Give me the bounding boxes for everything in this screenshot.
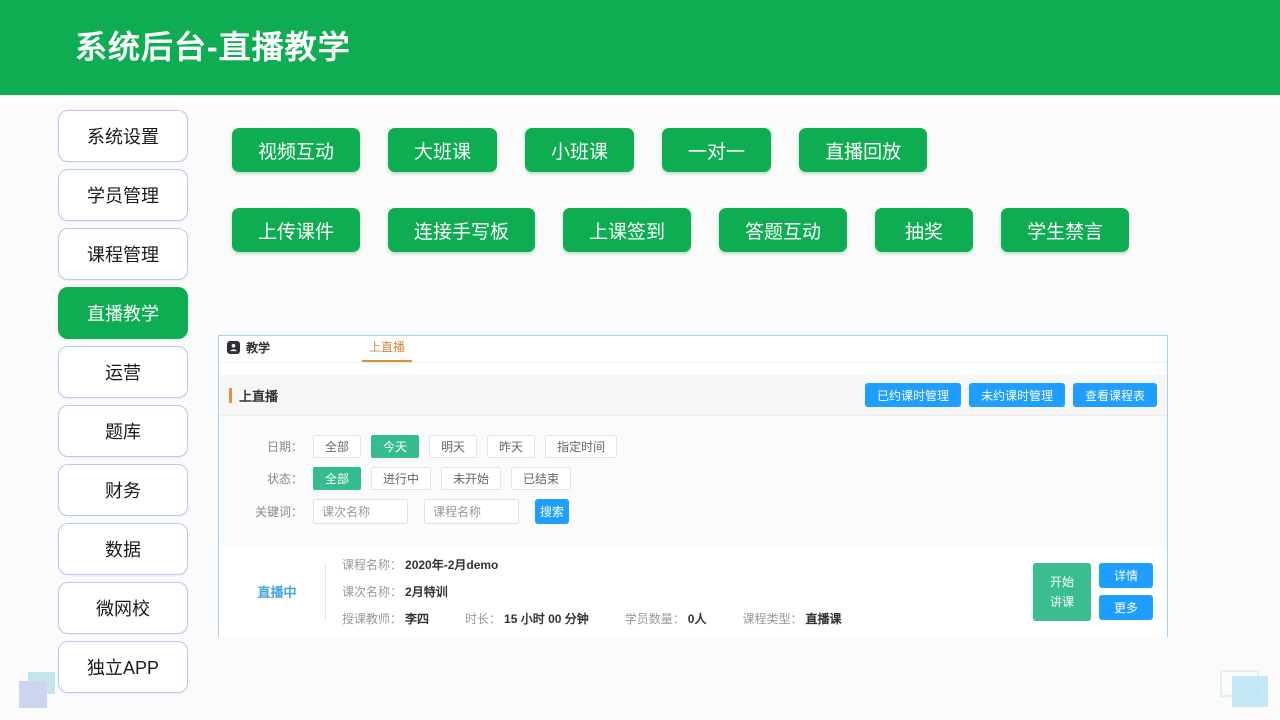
sidebar-item-micro-school[interactable]: 微网校: [58, 582, 188, 634]
date-chip-tomorrow[interactable]: 明天: [429, 435, 477, 458]
sidebar-item-operations[interactable]: 运营: [58, 346, 188, 398]
date-filter-row: 日期： 全部 今天 明天 昨天 指定时间: [241, 435, 1167, 458]
session-name-label: 课次名称：: [342, 583, 402, 600]
sidebar-item-student-management[interactable]: 学员管理: [58, 169, 188, 221]
status-chip-ongoing[interactable]: 进行中: [371, 467, 431, 490]
teacher-value: 李四: [405, 610, 429, 627]
course-name-input[interactable]: [424, 499, 519, 524]
upload-courseware-button[interactable]: 上传课件: [232, 208, 360, 252]
section-accent-bar: [229, 388, 232, 403]
students-label: 学员数量：: [625, 610, 685, 627]
booked-hours-button[interactable]: 已约课时管理: [865, 383, 961, 407]
status-chip-all[interactable]: 全部: [313, 467, 361, 490]
section-header: 上直播 已约课时管理 未约课时管理 查看课程表: [219, 375, 1167, 416]
status-badge-live: 直播中: [229, 582, 325, 601]
one-on-one-button[interactable]: 一对一: [662, 128, 771, 172]
quiz-interaction-button[interactable]: 答题互动: [719, 208, 847, 252]
students-value: 0人: [688, 610, 707, 627]
duration-pair: 时长： 15 小时 00 分钟: [465, 610, 589, 627]
tab-live[interactable]: 上直播: [362, 338, 412, 362]
sidebar: 系统设置 学员管理 课程管理 直播教学 运营 题库 财务 数据 微网校 独立AP…: [58, 110, 188, 693]
section-title: 上直播: [229, 386, 278, 405]
filter-area: 日期： 全部 今天 明天 昨天 指定时间 状态： 全部 进行中 未开始 已结束 …: [219, 416, 1167, 546]
duration-value: 15 小时 00 分钟: [504, 610, 589, 627]
sidebar-item-system-settings[interactable]: 系统设置: [58, 110, 188, 162]
students-pair: 学员数量： 0人: [625, 610, 707, 627]
date-chip-today[interactable]: 今天: [371, 435, 419, 458]
brand-label: 教学: [246, 339, 270, 356]
type-pair: 课程类型： 直播课: [742, 610, 841, 627]
course-name-label: 课程名称：: [342, 556, 402, 573]
course-row-actions: 开始讲课 详情 更多: [1033, 563, 1153, 621]
course-list-row: 直播中 课程名称： 2020年-2月demo 课次名称： 2月特训 授课教师： …: [219, 546, 1167, 637]
app-header: 系统后台-直播教学: [0, 0, 1280, 95]
large-class-button[interactable]: 大班课: [388, 128, 497, 172]
row-divider: [325, 563, 326, 621]
session-name-input[interactable]: [313, 499, 408, 524]
teaching-icon: [227, 341, 240, 354]
course-type-value: 直播课: [805, 610, 841, 627]
feature-row-1: 视频互动 大班课 小班课 一对一 直播回放: [232, 128, 1212, 172]
decor-square-lavender-left: [19, 681, 47, 708]
feature-row-2: 上传课件 连接手写板 上课签到 答题互动 抽奖 学生禁言: [232, 208, 1212, 252]
live-replay-button[interactable]: 直播回放: [799, 128, 927, 172]
keyword-filter-row: 关键词： 搜索: [241, 499, 1167, 524]
search-button[interactable]: 搜索: [535, 499, 569, 524]
more-button[interactable]: 更多: [1099, 595, 1153, 620]
panel-tabbar: 教学 上直播: [219, 336, 1167, 363]
teacher-label: 授课教师：: [342, 610, 402, 627]
section-title-text: 上直播: [239, 386, 278, 405]
sidebar-item-live-teaching[interactable]: 直播教学: [58, 287, 188, 339]
panel-brand: 教学: [227, 339, 270, 362]
status-chip-notstarted[interactable]: 未开始: [441, 467, 501, 490]
status-chip-ended[interactable]: 已结束: [511, 467, 571, 490]
lottery-button[interactable]: 抽奖: [875, 208, 973, 252]
course-meta-line: 授课教师： 李四 时长： 15 小时 00 分钟 学员数量： 0人 课程类型： …: [342, 610, 877, 627]
course-name-line: 课程名称： 2020年-2月demo: [342, 556, 877, 573]
class-signin-button[interactable]: 上课签到: [563, 208, 691, 252]
status-filter-label: 状态：: [241, 470, 303, 487]
date-filter-label: 日期：: [241, 438, 303, 455]
sidebar-item-standalone-app[interactable]: 独立APP: [58, 641, 188, 693]
session-name-value: 2月特训: [405, 583, 448, 600]
keyword-filter-label: 关键词：: [241, 503, 303, 520]
course-type-label: 课程类型：: [742, 610, 802, 627]
live-admin-panel: 教学 上直播 上直播 已约课时管理 未约课时管理 查看课程表 日期： 全部 今天…: [218, 335, 1168, 637]
detail-button[interactable]: 详情: [1099, 563, 1153, 588]
video-interaction-button[interactable]: 视频互动: [232, 128, 360, 172]
row-action-stack: 详情 更多: [1099, 563, 1153, 620]
feature-buttons: 视频互动 大班课 小班课 一对一 直播回放 上传课件 连接手写板 上课签到 答题…: [232, 128, 1212, 252]
sidebar-item-question-bank[interactable]: 题库: [58, 405, 188, 457]
start-teaching-button[interactable]: 开始讲课: [1033, 563, 1091, 621]
mute-student-button[interactable]: 学生禁言: [1001, 208, 1129, 252]
date-chip-all[interactable]: 全部: [313, 435, 361, 458]
unbooked-hours-button[interactable]: 未约课时管理: [969, 383, 1065, 407]
decor-square-cyan-right: [1232, 676, 1268, 707]
sidebar-item-data[interactable]: 数据: [58, 523, 188, 575]
course-info: 课程名称： 2020年-2月demo 课次名称： 2月特训 授课教师： 李四 时…: [342, 556, 877, 627]
date-chip-custom[interactable]: 指定时间: [545, 435, 617, 458]
date-chip-yesterday[interactable]: 昨天: [487, 435, 535, 458]
session-name-line: 课次名称： 2月特训: [342, 583, 877, 600]
small-class-button[interactable]: 小班课: [525, 128, 634, 172]
sidebar-item-course-management[interactable]: 课程管理: [58, 228, 188, 280]
view-schedule-button[interactable]: 查看课程表: [1073, 383, 1157, 407]
page-title: 系统后台-直播教学: [0, 0, 1280, 95]
course-name-value: 2020年-2月demo: [405, 556, 498, 573]
teacher-pair: 授课教师： 李四: [342, 610, 429, 627]
panel-actions: 已约课时管理 未约课时管理 查看课程表: [865, 383, 1157, 407]
sidebar-item-finance[interactable]: 财务: [58, 464, 188, 516]
status-filter-row: 状态： 全部 进行中 未开始 已结束: [241, 467, 1167, 490]
duration-label: 时长：: [465, 610, 501, 627]
connect-tablet-button[interactable]: 连接手写板: [388, 208, 535, 252]
